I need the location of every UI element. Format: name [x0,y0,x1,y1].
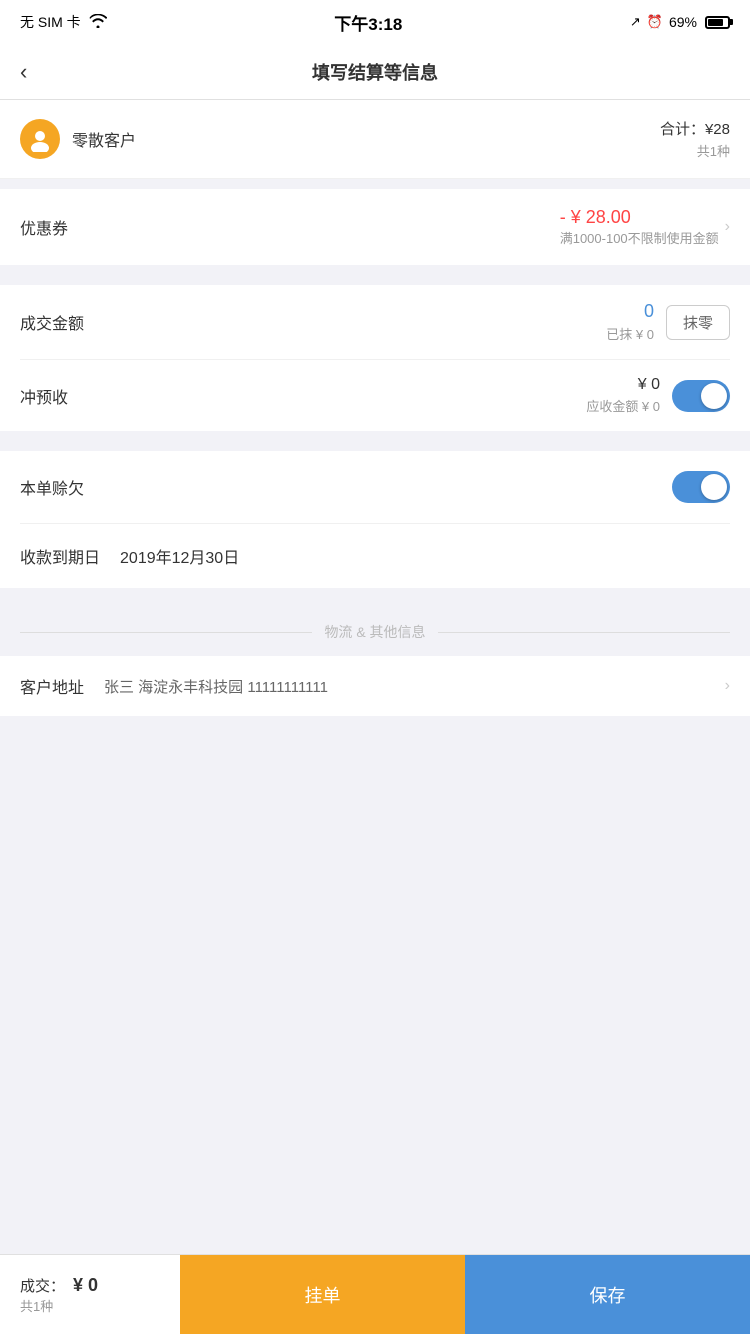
deal-prefix: 成交： [20,1275,65,1296]
page-title: 填写结算等信息 [312,59,438,85]
coupon-desc: 满1000-100不限制使用金额 [560,228,719,247]
save-button[interactable]: 保存 [465,1255,750,1334]
status-left: 无 SIM 卡 [20,12,107,32]
customer-row[interactable]: 零散客户 合计：¥28 共1种 [0,100,750,179]
hold-button[interactable]: 挂单 [180,1255,465,1334]
battery-icon [705,16,730,29]
deal-amount-right: 0 已抹 ¥ 0 抹零 [606,301,730,343]
debt-toggle[interactable] [672,471,730,503]
customer-card: 零散客户 合计：¥28 共1种 [0,100,750,179]
customer-avatar [20,119,60,159]
deal-amount-label: 成交金额 [20,310,84,334]
nav-bar: ‹ 填写结算等信息 [0,44,750,100]
receivable-text: 应收金额 ¥ 0 [586,396,660,415]
status-time: 下午3:18 [334,10,402,35]
due-date-label: 收款到期日 [20,544,100,568]
sim-status: 无 SIM 卡 [20,12,81,32]
section-divider-1 [0,275,750,285]
bottom-count: 共1种 [20,1296,160,1315]
due-date-row: 收款到期日 2019年12月30日 [20,524,730,588]
logistics-divider: 物流 & 其他信息 [0,608,750,656]
prepay-row: 冲预收 ¥ 0 应收金额 ¥ 0 [20,360,730,431]
coupon-card: 优惠券 - ¥ 28.00 满1000-100不限制使用金额 › [0,189,750,265]
coupon-amount: - ¥ 28.00 [560,207,719,228]
debt-toggle-knob [701,474,727,500]
round-zero-button[interactable]: 抹零 [666,305,730,340]
customer-name: 零散客户 [72,127,136,151]
debt-section: 本单赊欠 收款到期日 2019年12月30日 [0,451,750,588]
debt-label: 本单赊欠 [20,475,84,499]
customer-left: 零散客户 [20,119,136,159]
deal-amount-value: 0 [606,301,654,322]
address-chevron-icon: › [725,677,730,695]
coupon-label: 优惠券 [20,215,68,239]
bottom-deal: 成交： ¥ 0 [20,1275,160,1296]
section-divider-3 [0,598,750,608]
location-icon: ↗ [630,14,641,30]
back-button[interactable]: ‹ [20,59,27,85]
bottom-bar: 成交： ¥ 0 共1种 挂单 保存 [0,1254,750,1334]
prepay-toggle[interactable] [672,380,730,412]
section-divider-2 [0,441,750,451]
address-value: 张三 海淀永丰科技园 11111111111 [104,676,717,697]
status-bar: 无 SIM 卡 下午3:18 ↗ ⏰ 69% [0,0,750,44]
bottom-info: 成交： ¥ 0 共1种 [0,1275,180,1315]
customer-count: 共1种 [660,141,730,160]
toggle-knob [701,383,727,409]
customer-total: 合计：¥28 [660,118,730,139]
content: 零散客户 合计：¥28 共1种 优惠券 - ¥ 28.00 满1000-100不… [0,100,750,1026]
deal-amount-row: 成交金额 0 已抹 ¥ 0 抹零 [20,285,730,360]
coupon-right: - ¥ 28.00 满1000-100不限制使用金额 › [560,207,730,247]
alarm-icon: ⏰ [647,14,663,30]
status-right: ↗ ⏰ 69% [630,14,730,30]
coupon-chevron-icon: › [725,218,730,236]
empty-space [0,726,750,926]
address-label: 客户地址 [20,674,84,698]
coupon-info: - ¥ 28.00 满1000-100不限制使用金额 [560,207,719,247]
due-date-value: 2019年12月30日 [120,544,239,568]
coupon-row[interactable]: 优惠券 - ¥ 28.00 满1000-100不限制使用金额 › [0,189,750,265]
prepay-value: ¥ 0 [586,376,660,394]
prepay-stack: ¥ 0 应收金额 ¥ 0 [586,376,660,415]
bottom-deal-amount: ¥ 0 [73,1275,98,1296]
address-card: 客户地址 张三 海淀永丰科技园 11111111111 › [0,656,750,716]
prepay-label: 冲预收 [20,384,68,408]
already-round-text: 已抹 ¥ 0 [606,324,654,343]
battery-percent: 69% [669,14,697,30]
debt-row: 本单赊欠 [20,451,730,524]
address-row[interactable]: 客户地址 张三 海淀永丰科技园 11111111111 › [0,656,750,716]
wifi-icon [89,14,107,31]
customer-right: 合计：¥28 共1种 [660,118,730,160]
prepay-right: ¥ 0 应收金额 ¥ 0 [586,376,730,415]
transaction-section: 成交金额 0 已抹 ¥ 0 抹零 冲预收 ¥ 0 应收金额 ¥ 0 [0,285,750,431]
logistics-label: 物流 & 其他信息 [324,622,425,642]
deal-amount-stack: 0 已抹 ¥ 0 [606,301,654,343]
